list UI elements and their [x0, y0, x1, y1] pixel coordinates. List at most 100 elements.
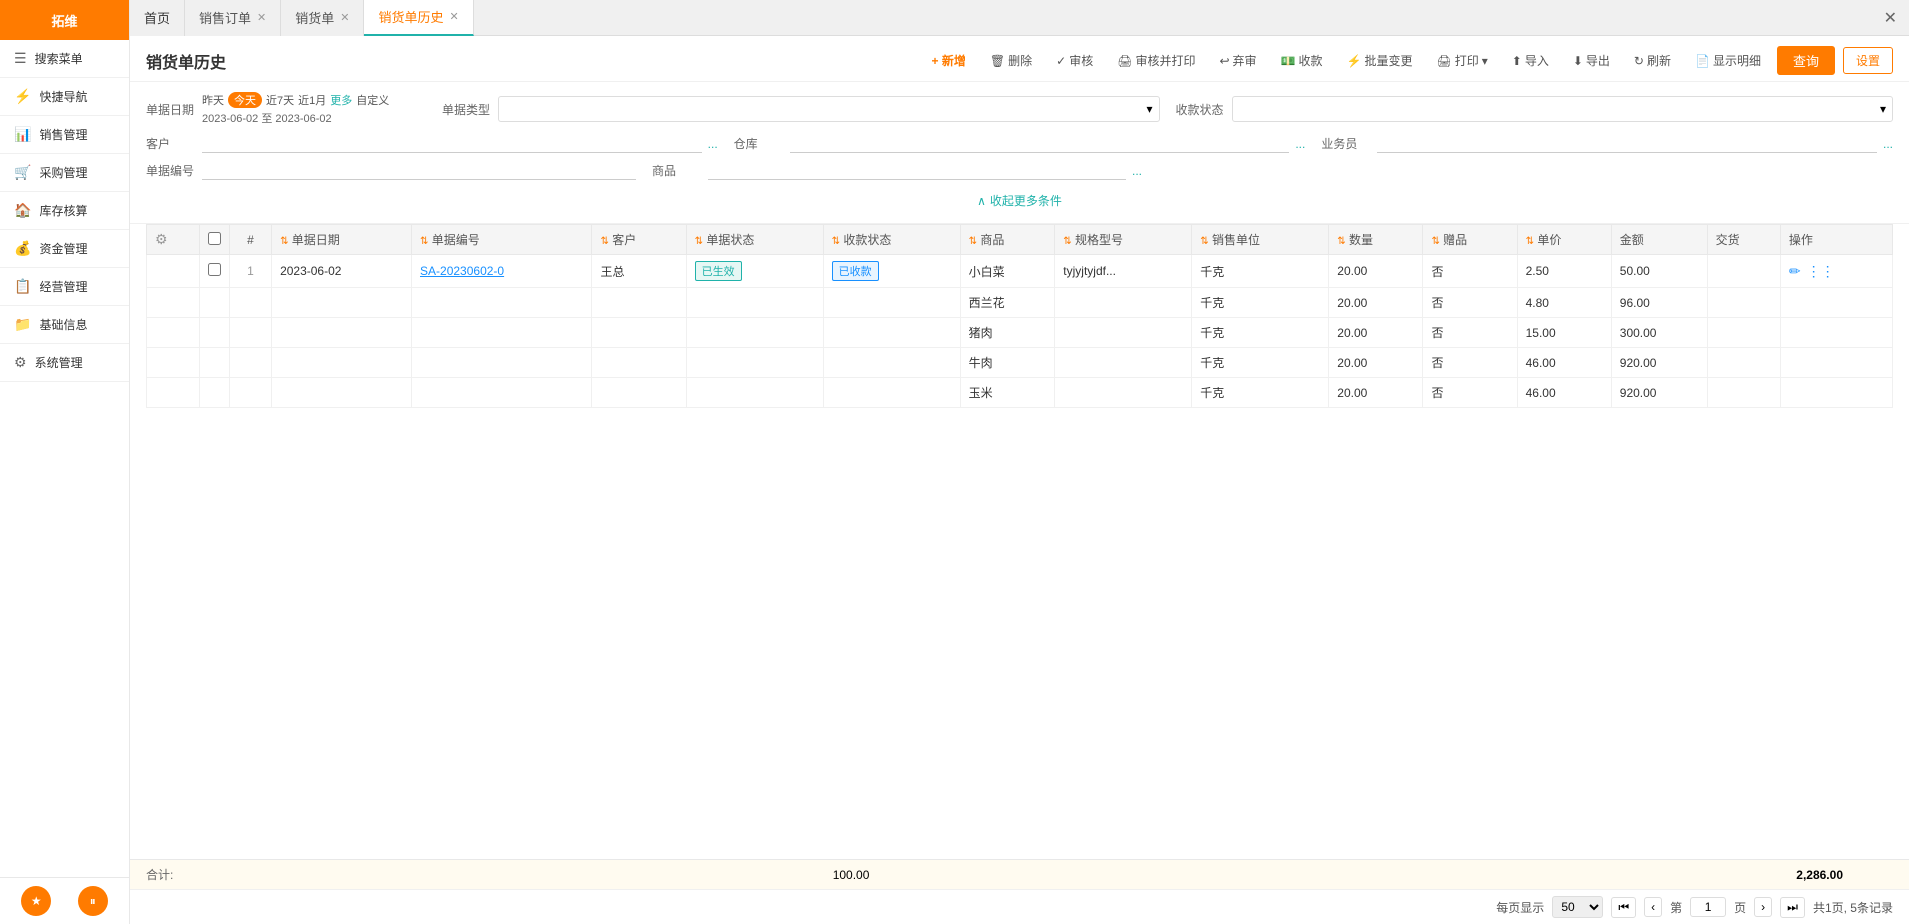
sidebar-item-sys-mgmt[interactable]: ⚙ 系统管理	[0, 344, 129, 382]
amount-cell: 920.00	[1611, 378, 1707, 408]
collect-status-select[interactable]: ▾	[1232, 96, 1894, 122]
sidebar-item-quick-nav[interactable]: ⚡ 快捷导航	[0, 78, 129, 116]
col-docstatus[interactable]: ⇅ 单据状态	[686, 225, 823, 255]
row-num-cell	[229, 288, 271, 318]
doc-type-arrow: ▾	[1146, 102, 1152, 116]
sidebar-bottom-btn-1[interactable]: ★	[21, 886, 51, 916]
date-more[interactable]: 更多	[330, 92, 352, 108]
show-detail-button[interactable]: 📄 显示明细	[1687, 48, 1769, 73]
col-gift[interactable]: ⇅ 赠品	[1423, 225, 1517, 255]
date-7days[interactable]: 近7天	[266, 92, 294, 108]
sidebar-item-purchase-mgmt[interactable]: 🛒 采购管理	[0, 154, 129, 192]
gear-icon: ⚙	[14, 354, 27, 371]
tab-home[interactable]: 首页	[130, 0, 185, 36]
sidebar-item-sales-mgmt[interactable]: 📊 销售管理	[0, 116, 129, 154]
collapse-filter-button[interactable]: ∧ 收起更多条件	[146, 188, 1893, 213]
collect-button[interactable]: 💵 收款	[1273, 48, 1331, 73]
settings-cell	[147, 318, 200, 348]
sidebar-item-finance[interactable]: 💰 资金管理	[0, 230, 129, 268]
approve-button[interactable]: ✓ 审核	[1048, 48, 1101, 73]
date-custom[interactable]: 自定义	[356, 92, 389, 108]
action-cell	[1780, 318, 1892, 348]
close-all-tabs[interactable]: ✕	[1872, 8, 1909, 28]
warehouse-input[interactable]	[790, 134, 1290, 153]
spec-cell	[1055, 318, 1192, 348]
doc-type-select[interactable]: ▾	[498, 96, 1160, 122]
filter-row-3: 单据编号 商品 ...	[146, 161, 1893, 180]
col-collectstatus[interactable]: ⇅ 收款状态	[823, 225, 960, 255]
col-unit[interactable]: ⇅ 销售单位	[1192, 225, 1329, 255]
sidebar-item-basic-info[interactable]: 📁 基础信息	[0, 306, 129, 344]
sidebar-item-ops[interactable]: 📋 经营管理	[0, 268, 129, 306]
salesperson-input[interactable]	[1377, 134, 1877, 153]
edit-icon[interactable]: ✏	[1789, 263, 1801, 280]
sort-icon: ⇅	[1063, 236, 1071, 247]
salesperson-ellipsis[interactable]: ...	[1883, 137, 1893, 151]
gift-cell: 否	[1423, 255, 1517, 288]
price-cell: 2.50	[1517, 255, 1611, 288]
col-date[interactable]: ⇅ 单据日期	[272, 225, 412, 255]
tab-sales-history[interactable]: 销货单历史 ✕	[364, 0, 473, 36]
refresh-button[interactable]: ↻ 刷新	[1626, 48, 1679, 73]
abandon-button[interactable]: ↩ 弃审	[1211, 48, 1264, 73]
query-button[interactable]: 查询	[1777, 46, 1835, 75]
collapse-label: 收起更多条件	[990, 192, 1062, 209]
sidebar-item-search-menu[interactable]: ☰ 搜索菜单	[0, 40, 129, 78]
select-all-checkbox[interactable]	[208, 232, 221, 245]
setting-button[interactable]: 设置	[1843, 47, 1893, 74]
doc-no-link[interactable]: SA-20230602-0	[420, 264, 504, 278]
customer-input[interactable]	[202, 134, 702, 153]
prev-page-button[interactable]: ‹	[1644, 897, 1662, 917]
doc-no-input[interactable]	[202, 161, 636, 180]
close-tab-sales-goods[interactable]: ✕	[340, 11, 349, 24]
settings-cell	[147, 378, 200, 408]
total-qty: 100.00	[189, 868, 869, 882]
col-goods[interactable]: ⇅ 商品	[960, 225, 1055, 255]
total-pages-info: 共1页, 5条记录	[1813, 899, 1893, 916]
approve-print-button[interactable]: 🖨 审核并打印	[1109, 48, 1203, 73]
export-button[interactable]: ⬇ 导出	[1565, 48, 1618, 73]
tab-sales-order[interactable]: 销售订单 ✕	[185, 0, 281, 36]
table-scroll[interactable]: ⚙ # ⇅ 单据日期 ⇅ 单据编号 ⇅ 客户 ⇅ 单据状态 ⇅ 收款状态 ⇅ 商…	[146, 224, 1893, 408]
col-docno[interactable]: ⇅ 单据编号	[412, 225, 592, 255]
date-yesterday[interactable]: 昨天	[202, 92, 224, 108]
delete-button[interactable]: 🗑 删除	[982, 48, 1040, 73]
warehouse-ellipsis[interactable]: ...	[1295, 137, 1305, 151]
last-page-button[interactable]: ⏭	[1780, 897, 1805, 918]
print-button[interactable]: 🖨 打印 ▾	[1428, 48, 1495, 73]
new-button[interactable]: + 新增	[924, 48, 974, 73]
first-page-button[interactable]: ⏮	[1611, 897, 1636, 918]
next-page-button[interactable]: ›	[1754, 897, 1772, 917]
col-settings[interactable]: ⚙	[147, 225, 200, 255]
gift-cell: 否	[1423, 378, 1517, 408]
collectstatus-cell	[823, 348, 960, 378]
page-size-select[interactable]: 50 100 200	[1552, 896, 1603, 918]
date-cell	[272, 348, 412, 378]
pagination: 每页显示 50 100 200 ⏮ ‹ 第 页 › ⏭ 共1页, 5条记录	[130, 889, 1909, 924]
tab-sales-goods[interactable]: 销货单 ✕	[281, 0, 364, 36]
sidebar-item-label: 基础信息	[39, 316, 87, 333]
goods-ellipsis[interactable]: ...	[1132, 164, 1142, 178]
sidebar-item-inventory[interactable]: 🏠 库存核算	[0, 192, 129, 230]
price-cell: 46.00	[1517, 348, 1611, 378]
more-action-icon[interactable]: ⋮⋮	[1807, 263, 1835, 280]
col-price[interactable]: ⇅ 单价	[1517, 225, 1611, 255]
col-spec[interactable]: ⇅ 规格型号	[1055, 225, 1192, 255]
customer-ellipsis[interactable]: ...	[708, 137, 718, 151]
date-today[interactable]: 今天	[228, 92, 262, 108]
date-1month[interactable]: 近1月	[298, 92, 326, 108]
close-tab-sales-history[interactable]: ✕	[450, 10, 459, 23]
col-qty[interactable]: ⇅ 数量	[1329, 225, 1423, 255]
batch-change-button[interactable]: ⚡ 批量变更	[1339, 48, 1421, 73]
filter-area: 单据日期 昨天 今天 近7天 近1月 更多 自定义 2023-06-02 至 2…	[130, 82, 1909, 224]
goods-input[interactable]	[708, 161, 1126, 180]
col-customer[interactable]: ⇅ 客户	[592, 225, 686, 255]
collapse-icon: ∧	[977, 194, 986, 208]
page-number-input[interactable]	[1690, 897, 1726, 917]
sidebar-bottom-btn-2[interactable]: ⏸	[78, 886, 108, 916]
row-checkbox[interactable]	[208, 263, 221, 276]
approve-icon: ✓	[1056, 54, 1066, 68]
row-num-cell: 1	[229, 255, 271, 288]
import-button[interactable]: ⬆ 导入	[1504, 48, 1557, 73]
close-tab-sales-order[interactable]: ✕	[257, 11, 266, 24]
